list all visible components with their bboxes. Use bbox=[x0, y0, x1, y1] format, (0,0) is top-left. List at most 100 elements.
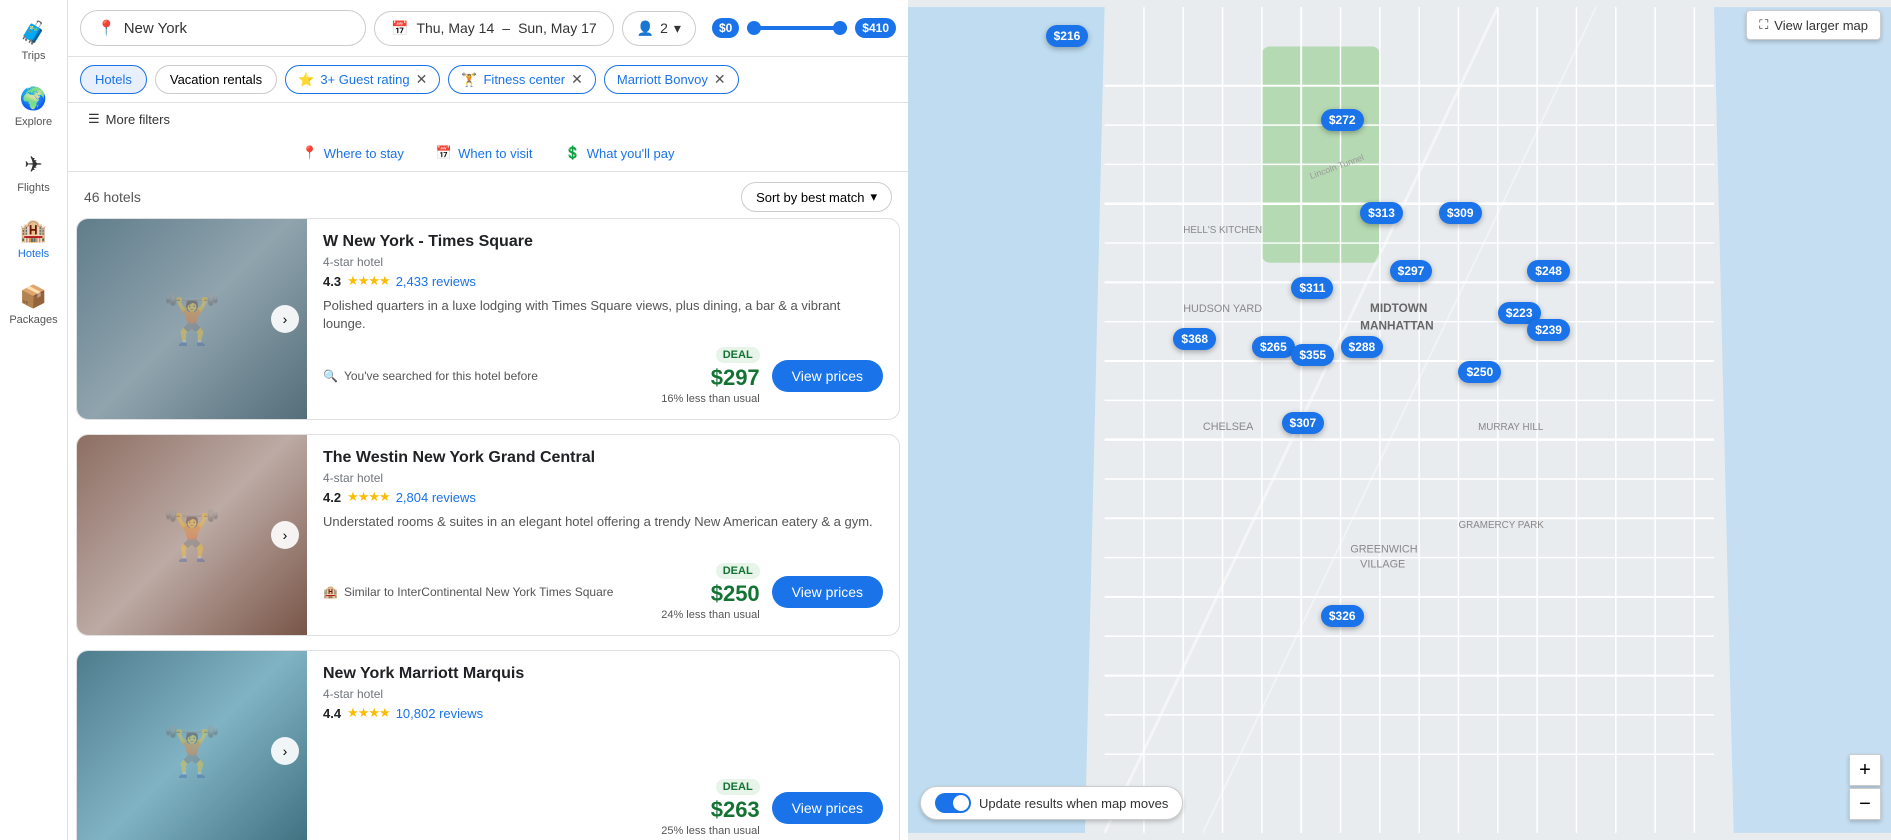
where-to-stay-link[interactable]: 📍 Where to stay bbox=[302, 145, 404, 161]
search-bar: 📍 New York 📅 Thu, May 14 – Sun, May 17 👤… bbox=[68, 0, 908, 57]
hotel-name-3: New York Marriott Marquis bbox=[323, 665, 883, 683]
map-pin-p11[interactable]: $355 bbox=[1291, 344, 1334, 366]
image-next-button-3[interactable]: › bbox=[271, 737, 299, 765]
update-toggle-label: Update results when map moves bbox=[979, 796, 1168, 811]
sidebar-label-flights: Flights bbox=[17, 182, 49, 194]
map-pin-p4[interactable]: $309 bbox=[1439, 202, 1482, 224]
expand-icon: ⛶ bbox=[1759, 17, 1768, 33]
hotel-image-1: 🏋 › bbox=[77, 219, 307, 419]
view-larger-map-button[interactable]: ⛶ View larger map bbox=[1746, 10, 1881, 40]
svg-text:MIDTOWN: MIDTOWN bbox=[1370, 302, 1427, 315]
filter-chip-marriott-bonvoy[interactable]: Marriott Bonvoy ✕ bbox=[604, 65, 739, 94]
filter-chip-guest-rating[interactable]: ⭐ 3+ Guest rating ✕ bbox=[285, 65, 440, 94]
hotel-image-3: 🏋 › bbox=[77, 651, 307, 840]
map-pin-p7[interactable]: $248 bbox=[1527, 260, 1570, 282]
map-pin-p10[interactable]: $265 bbox=[1252, 336, 1295, 358]
map-panel: HUDSON YARD MIDTOWN MANHATTAN CHELSEA MU… bbox=[908, 0, 1891, 840]
sidebar-item-hotels[interactable]: 🏨 Hotels bbox=[4, 210, 64, 268]
view-prices-button-2[interactable]: View prices bbox=[772, 576, 883, 608]
chip-remove-fitness-center[interactable]: ✕ bbox=[571, 71, 583, 88]
chip-icon-fitness-center: 🏋 bbox=[461, 72, 477, 88]
sidebar-item-packages[interactable]: 📦 Packages bbox=[4, 276, 64, 334]
date-range-input[interactable]: 📅 Thu, May 14 – Sun, May 17 bbox=[374, 11, 614, 46]
filter-chip-fitness-center[interactable]: 🏋 Fitness center ✕ bbox=[448, 65, 596, 94]
checkout-date: Sun, May 17 bbox=[518, 20, 597, 36]
map-pin-p9[interactable]: $288 bbox=[1341, 336, 1384, 358]
hotel-price-3: $263 bbox=[711, 797, 760, 823]
map-pin-p5[interactable]: $297 bbox=[1390, 260, 1433, 282]
map-pin-p14[interactable]: $239 bbox=[1527, 319, 1570, 341]
map-pin-p3[interactable]: $313 bbox=[1360, 202, 1403, 224]
results-header: 46 hotels Sort by best match ▾ bbox=[68, 172, 908, 218]
price-min: $0 bbox=[712, 18, 739, 38]
chip-label-guest-rating: 3+ Guest rating bbox=[320, 72, 409, 87]
deal-badge-2: DEAL bbox=[716, 563, 760, 579]
image-next-button-2[interactable]: › bbox=[271, 521, 299, 549]
chip-remove-guest-rating[interactable]: ✕ bbox=[416, 71, 428, 88]
where-icon: 📍 bbox=[302, 145, 318, 161]
price-slider[interactable]: $0 $410 bbox=[712, 18, 896, 38]
chip-label-fitness-center: Fitness center bbox=[483, 72, 565, 87]
hotel-rating-row-1: 4.3 ★★★★ 2,433 reviews bbox=[323, 273, 883, 289]
image-next-button-1[interactable]: › bbox=[271, 305, 299, 333]
hotel-price-block-2: DEAL $250 24% less than usual bbox=[661, 563, 759, 621]
sort-button[interactable]: Sort by best match ▾ bbox=[741, 182, 892, 212]
what-youll-pay-link[interactable]: 💲 What you'll pay bbox=[565, 145, 675, 161]
when-icon: 📅 bbox=[436, 145, 452, 161]
toggle-knob bbox=[953, 795, 969, 811]
view-prices-button-1[interactable]: View prices bbox=[772, 360, 883, 392]
hotel-note-1: 🔍 You've searched for this hotel before bbox=[323, 369, 538, 383]
sort-label: Sort by best match bbox=[756, 190, 864, 205]
results-count: 46 hotels bbox=[84, 189, 141, 205]
hotel-reviews-2[interactable]: 2,804 reviews bbox=[396, 490, 476, 505]
map-pin-p2[interactable]: $272 bbox=[1321, 109, 1364, 131]
slider-track[interactable] bbox=[747, 26, 847, 30]
guests-input[interactable]: 👤 2 ▾ bbox=[622, 11, 696, 46]
sidebar-item-flights[interactable]: ✈ Flights bbox=[4, 144, 64, 202]
when-label: When to visit bbox=[458, 146, 532, 161]
filter-row: Hotels Vacation rentals ⭐ 3+ Guest rating … bbox=[68, 57, 908, 103]
note-text-1: You've searched for this hotel before bbox=[344, 369, 538, 383]
more-filters-button[interactable]: ☰ More filters bbox=[80, 107, 896, 131]
sidebar-item-trips[interactable]: 🧳 Trips bbox=[4, 12, 64, 70]
map-pin-p8[interactable]: $368 bbox=[1173, 328, 1216, 350]
svg-text:HELL'S KITCHEN: HELL'S KITCHEN bbox=[1183, 225, 1262, 236]
map-pin-p1[interactable]: $216 bbox=[1046, 25, 1089, 47]
map-pin-p15[interactable]: $307 bbox=[1282, 412, 1325, 434]
trips-icon: 🧳 bbox=[20, 20, 47, 46]
hotel-footer-2: 🏨 Similar to InterContinental New York T… bbox=[323, 555, 883, 621]
hotel-type-3: 4-star hotel bbox=[323, 687, 883, 701]
hotel-reviews-3[interactable]: 10,802 reviews bbox=[396, 706, 483, 721]
chip-remove-marriott-bonvoy[interactable]: ✕ bbox=[714, 71, 726, 88]
filter-tab-vacation-rentals[interactable]: Vacation rentals bbox=[155, 65, 277, 94]
hotel-card-3[interactable]: 🏋 › New York Marriott Marquis 4-star hot… bbox=[76, 650, 900, 840]
zoom-in-button[interactable]: + bbox=[1849, 754, 1881, 786]
hotel-card-2[interactable]: 🏋 › The Westin New York Grand Central 4-… bbox=[76, 434, 900, 636]
map-update-toggle[interactable]: Update results when map moves bbox=[920, 786, 1183, 820]
hotel-note-2: 🏨 Similar to InterContinental New York T… bbox=[323, 585, 613, 599]
hotel-info-2: The Westin New York Grand Central 4-star… bbox=[307, 435, 899, 635]
sidebar-item-explore[interactable]: 🌍 Explore bbox=[4, 78, 64, 136]
location-text: New York bbox=[124, 20, 187, 37]
zoom-out-button[interactable]: − bbox=[1849, 788, 1881, 820]
note-text-2: Similar to InterContinental New York Tim… bbox=[344, 585, 613, 599]
map-pin-p6[interactable]: $311 bbox=[1291, 277, 1333, 299]
filter-tab-hotels[interactable]: Hotels bbox=[80, 65, 147, 94]
view-prices-button-3[interactable]: View prices bbox=[772, 792, 883, 824]
more-filters-label: More filters bbox=[106, 112, 170, 127]
svg-text:HUDSON YARD: HUDSON YARD bbox=[1183, 303, 1262, 315]
when-to-visit-link[interactable]: 📅 When to visit bbox=[436, 145, 533, 161]
date-icon: 📅 bbox=[391, 20, 408, 37]
toggle-switch[interactable] bbox=[935, 793, 971, 813]
map-pin-p12[interactable]: $250 bbox=[1458, 361, 1501, 383]
map-pin-p16[interactable]: $326 bbox=[1321, 605, 1364, 627]
hotel-footer-3: DEAL $263 25% less than usual View price… bbox=[323, 771, 883, 837]
hotel-reviews-1[interactable]: 2,433 reviews bbox=[396, 274, 476, 289]
slider-fill bbox=[747, 26, 847, 30]
hotel-card-1[interactable]: 🏋 › W New York - Times Square 4-star hot… bbox=[76, 218, 900, 420]
main-panel: 📍 New York 📅 Thu, May 14 – Sun, May 17 👤… bbox=[68, 0, 908, 840]
hotel-price-block-3: DEAL $263 25% less than usual bbox=[661, 779, 759, 837]
location-input[interactable]: 📍 New York bbox=[80, 10, 366, 46]
slider-thumb-left[interactable] bbox=[747, 21, 761, 35]
slider-thumb-right[interactable] bbox=[833, 21, 847, 35]
